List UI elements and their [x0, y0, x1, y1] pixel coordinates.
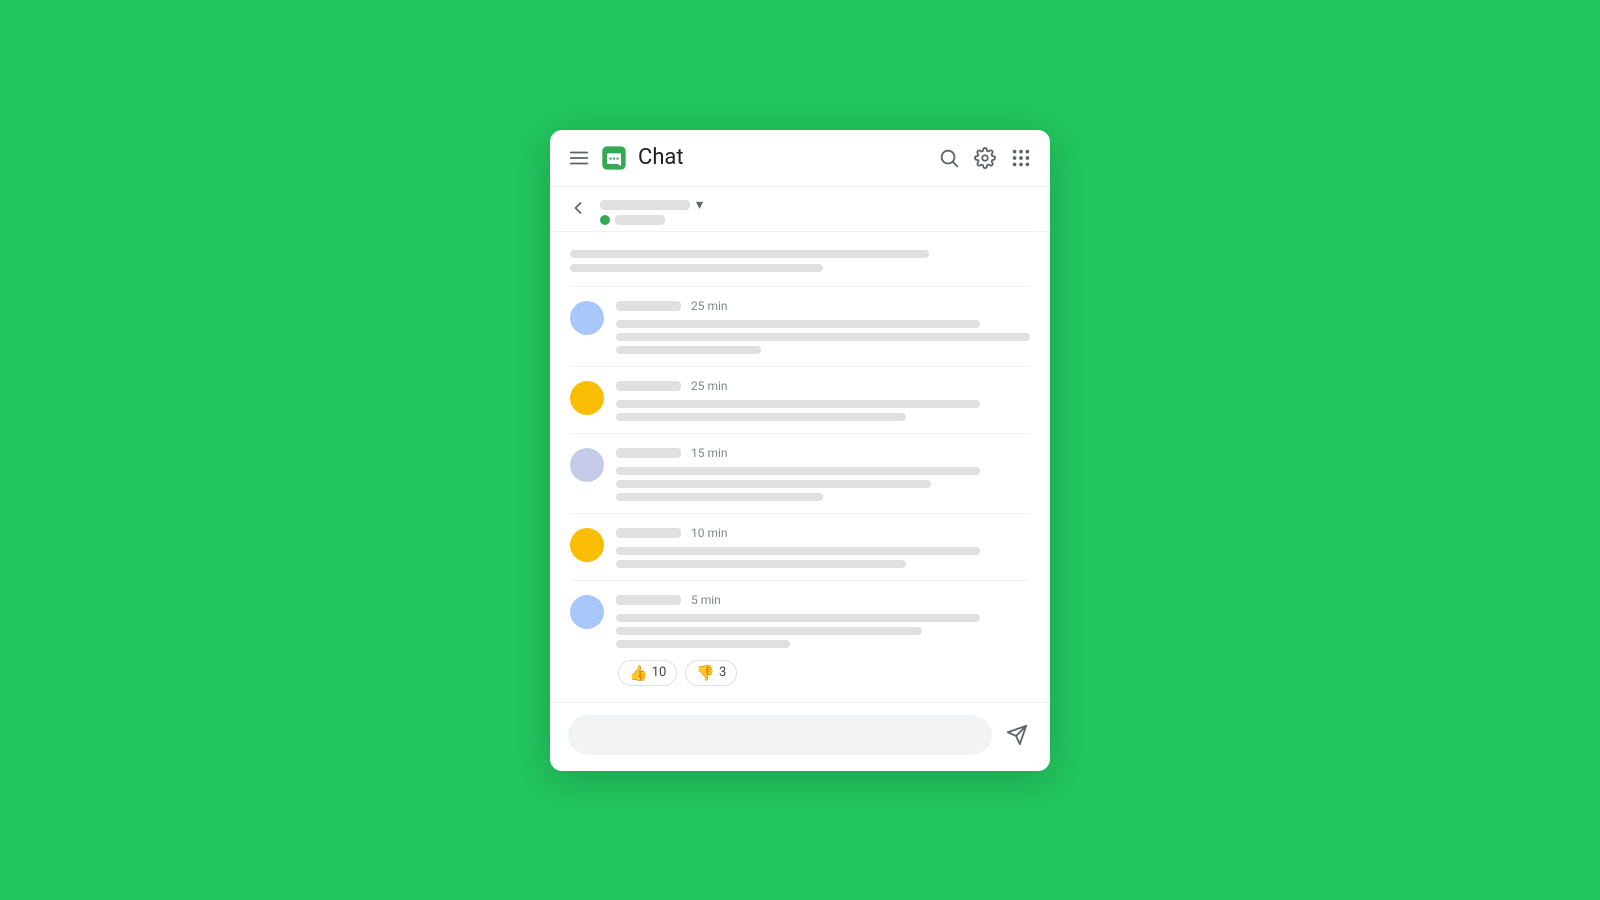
- msg-line: [616, 413, 906, 421]
- msg-line: [616, 400, 980, 408]
- divider-2: [570, 433, 1030, 434]
- reaction-thumbsup[interactable]: 👍 10: [618, 660, 677, 686]
- message-meta: 25 min: [616, 379, 1030, 393]
- sender-name-skeleton: [616, 595, 681, 605]
- message-time: 15 min: [691, 446, 728, 460]
- conv-header: ▾: [550, 187, 1050, 232]
- message-row: 25 min: [550, 371, 1050, 429]
- online-status-dot: [600, 215, 610, 225]
- header-icons: [938, 147, 1032, 169]
- divider-1: [570, 366, 1030, 367]
- message-content: 5 min: [616, 593, 1030, 648]
- message-meta: 5 min: [616, 593, 1030, 607]
- conv-name-row: ▾: [600, 197, 703, 225]
- message-lines: [616, 614, 1030, 648]
- avatar: [570, 448, 604, 482]
- message-lines: [616, 467, 1030, 501]
- divider-4: [570, 580, 1030, 581]
- msg-line: [616, 547, 980, 555]
- msg-line: [616, 627, 922, 635]
- message-row: 5 min: [550, 585, 1050, 656]
- back-icon[interactable]: [568, 198, 588, 223]
- message-meta: 25 min: [616, 299, 1030, 313]
- divider-3: [570, 513, 1030, 514]
- msg-line: [616, 614, 980, 622]
- thumbsdown-count: 3: [719, 665, 726, 680]
- sender-name-skeleton: [616, 528, 681, 538]
- header: Chat: [550, 130, 1050, 187]
- top-skeleton-line-2: [570, 264, 823, 272]
- chat-logo-icon: [600, 144, 628, 172]
- message-content: 25 min: [616, 379, 1030, 421]
- conv-name-bar: ▾: [600, 197, 703, 213]
- message-row: 25 min: [550, 291, 1050, 362]
- thumbsup-count: 10: [652, 665, 667, 680]
- message-meta: 10 min: [616, 526, 1030, 540]
- thumbsdown-emoji: 👎: [696, 664, 715, 682]
- messages-area: 25 min 25 min: [550, 232, 1050, 702]
- sender-name-skeleton: [616, 381, 681, 391]
- msg-line: [616, 640, 790, 648]
- msg-line: [616, 333, 1030, 341]
- message-lines: [616, 320, 1030, 354]
- input-area: [550, 702, 1050, 771]
- apps-icon[interactable]: [1010, 147, 1032, 169]
- message-time: 5 min: [691, 593, 721, 607]
- message-content: 10 min: [616, 526, 1030, 568]
- msg-line: [616, 320, 980, 328]
- message-time: 25 min: [691, 379, 728, 393]
- msg-line: [616, 560, 906, 568]
- message-time: 25 min: [691, 299, 728, 313]
- message-row: 15 min: [550, 438, 1050, 509]
- reaction-thumbsdown[interactable]: 👎 3: [685, 660, 737, 686]
- search-icon[interactable]: [938, 147, 960, 169]
- settings-icon[interactable]: [974, 147, 996, 169]
- msg-line: [616, 493, 823, 501]
- msg-line: [616, 480, 931, 488]
- message-lines: [616, 400, 1030, 421]
- dropdown-arrow-icon[interactable]: ▾: [696, 197, 703, 213]
- message-input[interactable]: [568, 715, 992, 755]
- msg-line: [616, 467, 980, 475]
- header-title: Chat: [638, 145, 684, 170]
- message-content: 15 min: [616, 446, 1030, 501]
- msg-line: [616, 346, 761, 354]
- header-left: Chat: [568, 144, 928, 172]
- top-skeletons: [550, 242, 1050, 282]
- top-skeleton-line-1: [570, 250, 929, 258]
- message-lines: [616, 547, 1030, 568]
- sender-name-skeleton: [616, 448, 681, 458]
- menu-icon[interactable]: [568, 147, 590, 169]
- message-time: 10 min: [691, 526, 728, 540]
- avatar: [570, 301, 604, 335]
- conv-status-skeleton: [615, 215, 665, 225]
- app-window: Chat: [550, 130, 1050, 771]
- reactions-row: 👍 10 👎 3: [550, 656, 1050, 696]
- message-content: 25 min: [616, 299, 1030, 354]
- send-button[interactable]: [1002, 720, 1032, 750]
- avatar: [570, 528, 604, 562]
- conv-name-skeleton: [600, 200, 690, 210]
- message-meta: 15 min: [616, 446, 1030, 460]
- sender-name-skeleton: [616, 301, 681, 311]
- avatar: [570, 381, 604, 415]
- avatar: [570, 595, 604, 629]
- divider-0: [570, 286, 1030, 287]
- thumbsup-emoji: 👍: [629, 664, 648, 682]
- message-row: 10 min: [550, 518, 1050, 576]
- conv-status-row: [600, 215, 703, 225]
